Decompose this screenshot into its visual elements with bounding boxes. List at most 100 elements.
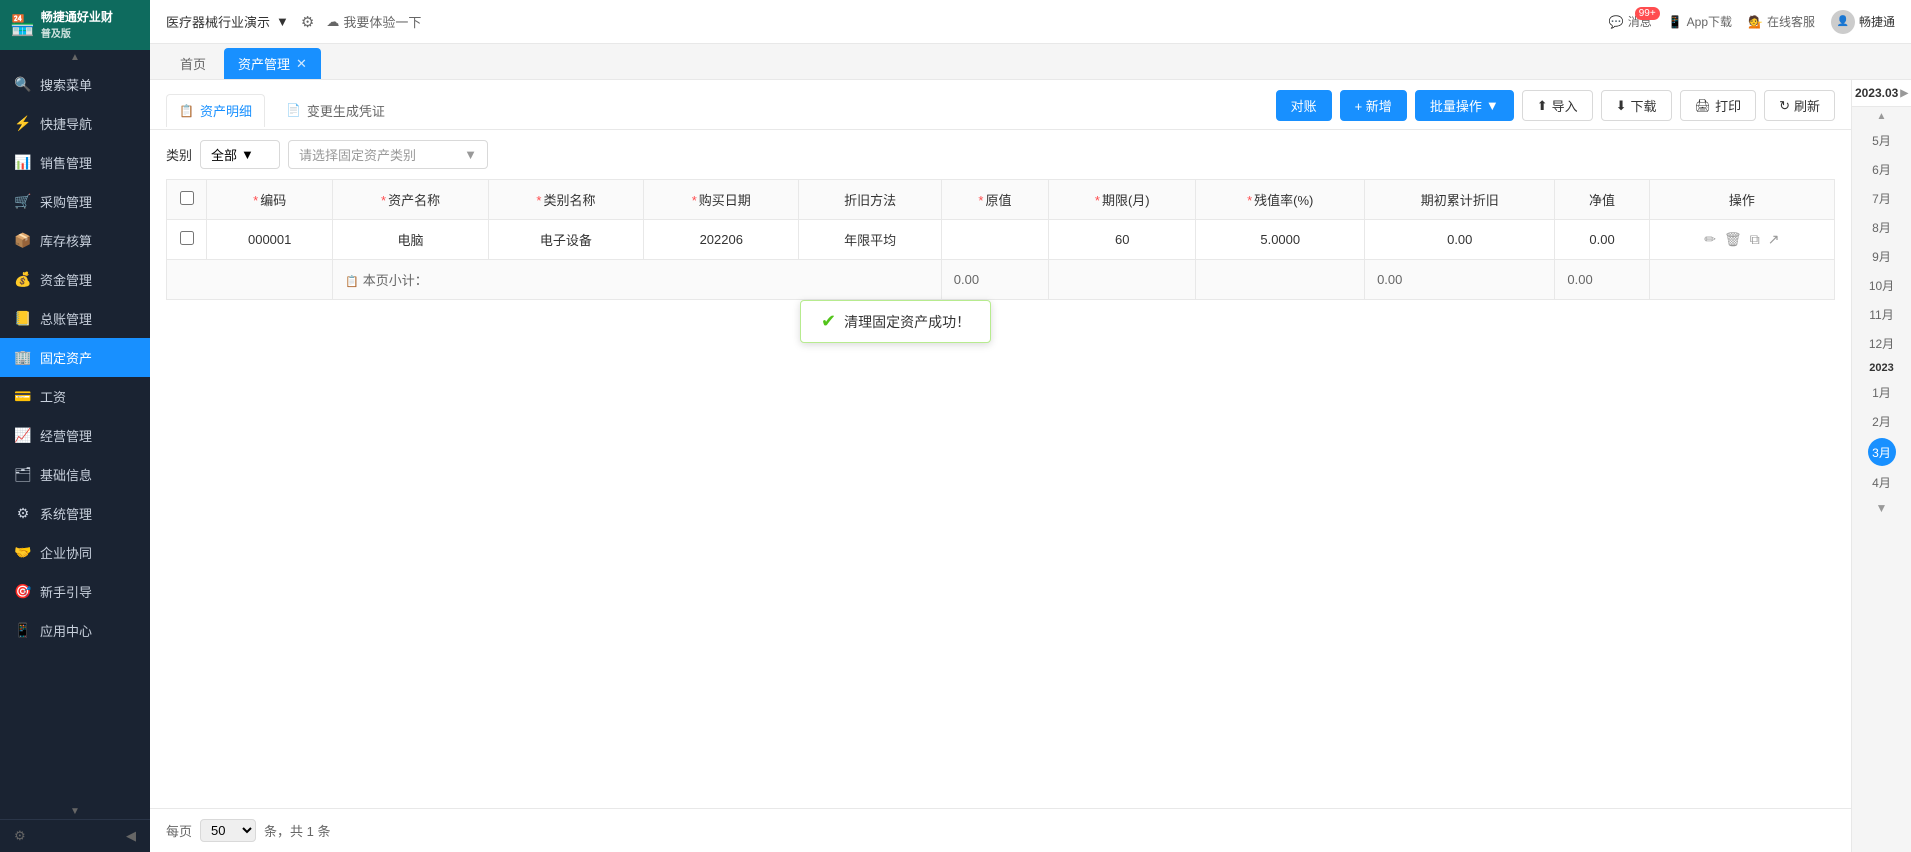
td-subtotal-net: 0.00 <box>1555 260 1649 300</box>
cal-month-5[interactable]: 5月 <box>1852 126 1911 155</box>
th-depreciation: 折旧方法 <box>799 180 941 220</box>
calendar-panel: 2023.03 ▶ ▲ 5月 6月 7月 8月 9月 10月 11月 12月 2… <box>1851 80 1911 852</box>
experience-button[interactable]: ☁ 我要体验一下 <box>326 12 421 31</box>
sidebar-item-label: 新手引导 <box>40 582 92 601</box>
td-subtotal-accumulated: 0.00 <box>1365 260 1555 300</box>
settings-btn[interactable]: ⚙ <box>14 828 26 844</box>
sidebar-item-fixed-assets[interactable]: 🏢 固定资产 <box>0 338 150 377</box>
sidebar-item-payroll[interactable]: 💳 工资 <box>0 377 150 416</box>
more-icon[interactable]: ↗ <box>1768 231 1780 248</box>
header-settings-icon[interactable]: ⚙ <box>301 13 314 31</box>
sidebar-item-ledger[interactable]: 📒 总账管理 <box>0 299 150 338</box>
search-icon: 🔍 <box>14 76 32 93</box>
th-net-value-label: 净值 <box>1589 193 1615 208</box>
cal-month-6[interactable]: 6月 <box>1852 155 1911 184</box>
td-net-value: 0.00 <box>1555 220 1649 260</box>
experience-label: 我要体验一下 <box>343 12 421 31</box>
cal-scroll-up[interactable]: ▲ <box>1852 107 1911 126</box>
cal-month-7[interactable]: 7月 <box>1852 184 1911 213</box>
cal-month-8[interactable]: 8月 <box>1852 213 1911 242</box>
payroll-icon: 💳 <box>14 388 32 405</box>
cal-bottom-icon[interactable]: ▼ <box>1852 497 1911 519</box>
category-filter-select[interactable]: 请选择固定资产类别 ▼ <box>288 140 488 169</box>
td-subtotal-text: 📋 本页小计： <box>333 260 941 300</box>
sidebar-item-basic-info[interactable]: 🗂 基础信息 <box>0 455 150 494</box>
logo-icon: 🏪 <box>10 13 35 38</box>
top-header-right: 💬 消息 99+ 📱 App下载 💁 在线客服 👤 畅捷通 <box>1609 10 1895 34</box>
sidebar-item-purchase[interactable]: 🛒 采购管理 <box>0 182 150 221</box>
asset-detail-icon: 📋 <box>179 104 194 118</box>
cal-month-10[interactable]: 10月 <box>1852 271 1911 300</box>
username: 畅捷通 <box>1859 13 1895 30</box>
cal-month-11[interactable]: 11月 <box>1852 300 1911 329</box>
message-badge: 99+ <box>1635 7 1660 20</box>
collapse-btn[interactable]: ◀ <box>126 828 136 844</box>
cal-month-1[interactable]: 1月 <box>1852 378 1911 407</box>
category-type-select[interactable]: 全部 ▼ <box>200 140 280 169</box>
sidebar-item-enterprise[interactable]: 🤝 企业协同 <box>0 533 150 572</box>
sidebar-scroll-down[interactable]: ▼ <box>0 804 150 819</box>
chevron-down-icon: ▼ <box>241 147 254 162</box>
sidebar-item-operations[interactable]: 📈 经营管理 <box>0 416 150 455</box>
reconcile-button[interactable]: 对账 <box>1276 90 1332 121</box>
subtab-asset-detail[interactable]: 📋 资产明细 <box>166 94 265 127</box>
import-label: 导入 <box>1552 96 1578 115</box>
cal-year-divider: 2023 <box>1852 358 1911 378</box>
th-purchase-date: *购买日期 <box>644 180 799 220</box>
batch-ops-button[interactable]: 批量操作 ▼ <box>1415 90 1514 121</box>
import-button[interactable]: ⬆ 导入 <box>1522 90 1593 121</box>
sidebar-item-sales[interactable]: 📊 销售管理 <box>0 143 150 182</box>
page-size-select[interactable]: 50 10 20 100 <box>200 819 256 842</box>
apps-icon: 📱 <box>14 622 32 639</box>
copy-icon[interactable]: ⧉ <box>1750 231 1760 248</box>
tab-home[interactable]: 首页 <box>166 48 220 79</box>
cal-month-12[interactable]: 12月 <box>1852 329 1911 358</box>
print-label: 打印 <box>1715 96 1741 115</box>
sidebar-item-label: 资金管理 <box>40 270 92 289</box>
user-info[interactable]: 👤 畅捷通 <box>1831 10 1895 34</box>
td-code: 000001 <box>207 220 333 260</box>
row-checkbox[interactable] <box>180 231 194 245</box>
download-button[interactable]: ⬇ 下载 <box>1601 90 1672 121</box>
app-download-button[interactable]: 📱 App下载 <box>1668 13 1732 30</box>
td-subtotal-period <box>1049 260 1196 300</box>
td-accumulated: 0.00 <box>1365 220 1555 260</box>
sidebar-item-inventory[interactable]: 📦 库存核算 <box>0 221 150 260</box>
new-button[interactable]: + 新增 <box>1340 90 1407 121</box>
online-service-button[interactable]: 💁 在线客服 <box>1748 13 1815 30</box>
sidebar-item-quicknav[interactable]: ⚡ 快捷导航 <box>0 104 150 143</box>
content-area: 📋 资产明细 📄 变更生成凭证 对账 + 新增 <box>150 80 1851 852</box>
system-icon: ⚙ <box>14 505 32 522</box>
th-depreciation-label: 折旧方法 <box>844 193 896 208</box>
sidebar-item-funds[interactable]: 💰 资金管理 <box>0 260 150 299</box>
sidebar-scroll-up[interactable]: ▲ <box>0 50 150 65</box>
new-label: + 新增 <box>1355 96 1392 115</box>
print-button[interactable]: 🖨 打印 <box>1680 90 1757 121</box>
sidebar-item-search[interactable]: 🔍 搜索菜单 <box>0 65 150 104</box>
import-icon: ⬆ <box>1537 98 1548 114</box>
cal-month-4[interactable]: 4月 <box>1852 468 1911 497</box>
tab-asset-management[interactable]: 资产管理 ✕ <box>224 48 321 79</box>
assets-table: *编码 *资产名称 *类别名称 *购买日期 折旧方法 *原值 *期限(月) *残… <box>166 179 1835 300</box>
select-all-checkbox[interactable] <box>180 191 194 205</box>
sidebar-item-apps[interactable]: 📱 应用中心 <box>0 611 150 650</box>
sidebar-item-guide[interactable]: 🎯 新手引导 <box>0 572 150 611</box>
tab-close-icon[interactable]: ✕ <box>296 56 307 72</box>
company-selector[interactable]: 医疗器械行业演示 ▼ <box>166 12 289 31</box>
toolbar: 对账 + 新增 批量操作 ▼ ⬆ 导入 ⬇ 下载 <box>1276 90 1835 129</box>
message-button[interactable]: 💬 消息 99+ <box>1609 13 1652 30</box>
sidebar-item-label: 系统管理 <box>40 504 92 523</box>
delete-icon[interactable]: 🗑 <box>1724 231 1742 248</box>
tab-asset-label: 资产管理 <box>238 54 290 73</box>
th-original-value: *原值 <box>941 180 1048 220</box>
sidebar-item-system[interactable]: ⚙ 系统管理 <box>0 494 150 533</box>
cal-month-3-current[interactable]: 3月 <box>1868 438 1896 466</box>
th-period-label: 期限(月) <box>1102 193 1150 208</box>
download-label: 下载 <box>1631 96 1657 115</box>
refresh-button[interactable]: ↻ 刷新 <box>1764 90 1835 121</box>
edit-icon[interactable]: ✏ <box>1704 231 1716 248</box>
cal-month-9[interactable]: 9月 <box>1852 242 1911 271</box>
cal-month-2[interactable]: 2月 <box>1852 407 1911 436</box>
subtab-change-voucher[interactable]: 📄 变更生成凭证 <box>273 94 398 126</box>
subtotal-label: 本页小计： <box>363 273 428 288</box>
